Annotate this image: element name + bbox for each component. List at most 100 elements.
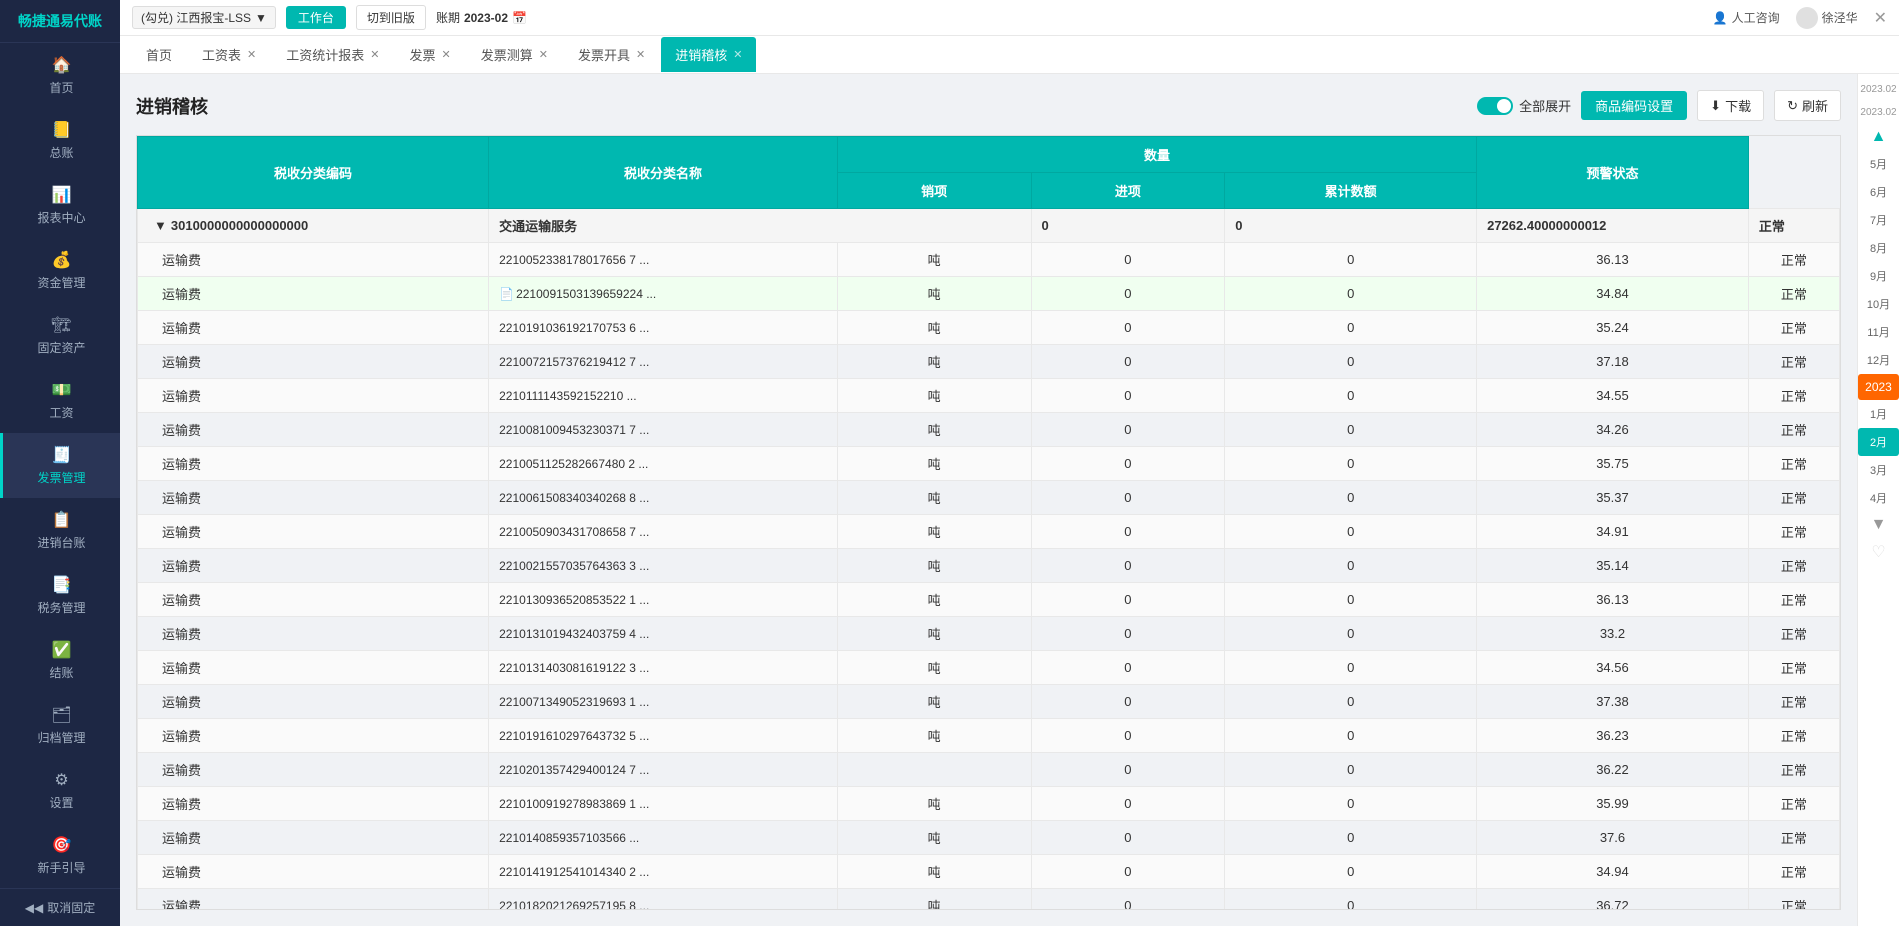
service-icon: 👤 xyxy=(1713,11,1728,25)
worktable-button[interactable]: 工作台 xyxy=(286,6,346,29)
download-button[interactable]: ⬇ 下载 xyxy=(1697,90,1764,121)
product-setting-button[interactable]: 商品编码设置 xyxy=(1581,91,1687,120)
invoice-icon: 🧾 xyxy=(52,445,72,465)
scroll-down-icon[interactable]: ▼ xyxy=(1867,512,1891,538)
sidebar-item-funds[interactable]: 💰 资金管理 xyxy=(0,238,120,303)
tab-close-invoice-issue[interactable]: ✕ xyxy=(636,48,645,61)
service-link[interactable]: 👤 人工咨询 xyxy=(1713,9,1780,26)
cell-sale: 0 xyxy=(1031,209,1225,243)
cell-code: 运输费 xyxy=(138,889,489,911)
cell-invoice-no: 2210071349052319693 1 ... xyxy=(489,685,838,719)
topbar: (勾兑) 江西报宝-LSS ▼ 工作台 切到旧版 账期 2023-02 📅 👤 … xyxy=(120,0,1899,36)
cell-status: 正常 xyxy=(1748,311,1839,345)
cell-tag: 吨 xyxy=(837,447,1031,481)
tab-invoice-issue[interactable]: 发票开具 ✕ xyxy=(564,37,659,72)
cell-sale: 0 xyxy=(1031,311,1225,345)
sidebar-item-guide[interactable]: 🎯 新手引导 xyxy=(0,823,120,888)
month-2[interactable]: 2月 xyxy=(1858,428,1899,456)
month-11[interactable]: 11月 xyxy=(1858,318,1899,346)
month-4[interactable]: 4月 xyxy=(1858,484,1899,512)
cell-code: ▼3010000000000000000 xyxy=(138,209,489,243)
scroll-up-icon[interactable]: ▲ xyxy=(1867,124,1891,150)
cell-tag: 吨 xyxy=(837,277,1031,311)
cell-invoice-no: 2210100919278983869 1 ... xyxy=(489,787,838,821)
cell-purchase: 0 xyxy=(1225,685,1477,719)
table-row: 运输费 2210130936520853522 1 ... 吨 0 0 36.1… xyxy=(138,583,1840,617)
month-10[interactable]: 10月 xyxy=(1858,290,1899,318)
month-9[interactable]: 9月 xyxy=(1858,262,1899,290)
cell-invoice-no: 2210021557035764363 3 ... xyxy=(489,549,838,583)
month-6[interactable]: 6月 xyxy=(1858,178,1899,206)
user-info[interactable]: 徐泾华 xyxy=(1796,7,1858,29)
sidebar-item-reports[interactable]: 📊 报表中心 xyxy=(0,173,120,238)
cell-sale: 0 xyxy=(1031,447,1225,481)
expand-icon[interactable]: ▼ xyxy=(154,218,167,233)
cell-tag: 吨 xyxy=(837,379,1031,413)
cell-tag: 吨 xyxy=(837,617,1031,651)
sidebar-item-close-account[interactable]: ✅ 结账 xyxy=(0,628,120,693)
expand-toggle[interactable] xyxy=(1477,97,1513,115)
month-8[interactable]: 8月 xyxy=(1858,234,1899,262)
tab-close-purchase-check[interactable]: ✕ xyxy=(733,48,742,61)
th-quantity-group: 数量 xyxy=(837,137,1476,173)
tab-salary-report[interactable]: 工资统计报表 ✕ xyxy=(272,37,393,72)
cell-cumulative: 36.13 xyxy=(1477,583,1749,617)
cell-sale: 0 xyxy=(1031,413,1225,447)
sidebar-item-salary[interactable]: 💵 工资 xyxy=(0,368,120,433)
table-row: 运输费 2210140859357103566 ... 吨 0 0 37.6 正… xyxy=(138,821,1840,855)
sidebar-item-settings[interactable]: ⚙ 设置 xyxy=(0,758,120,823)
calendar-icon[interactable]: 📅 xyxy=(512,11,527,25)
cell-purchase: 0 xyxy=(1225,413,1477,447)
tab-close-salary-report[interactable]: ✕ xyxy=(370,48,379,61)
tax-icon: 📑 xyxy=(52,575,72,595)
cell-tag: 吨 xyxy=(837,413,1031,447)
tab-close-salary-sheet[interactable]: ✕ xyxy=(247,48,256,61)
cell-sale: 0 xyxy=(1031,821,1225,855)
cell-cumulative: 36.72 xyxy=(1477,889,1749,911)
cell-invoice-no: 2210072157376219412 7 ... xyxy=(489,345,838,379)
table-row: ▼3010000000000000000 交通运输服务 0 0 27262.40… xyxy=(138,209,1840,243)
cell-tag: 吨 xyxy=(837,787,1031,821)
cell-code: 运输费 xyxy=(138,685,489,719)
sidebar-item-archive[interactable]: 🗂 归档管理 xyxy=(0,693,120,758)
cell-status: 正常 xyxy=(1748,277,1839,311)
month-7[interactable]: 7月 xyxy=(1858,206,1899,234)
sidebar-item-invoice-mgmt[interactable]: 🧾 发票管理 xyxy=(0,433,120,498)
sidebar-item-purchase-ledger[interactable]: 📋 进销台账 xyxy=(0,498,120,563)
refresh-icon: ↻ xyxy=(1787,98,1798,114)
sidebar-item-assets[interactable]: 🏗 固定资产 xyxy=(0,303,120,368)
cell-cumulative: 34.94 xyxy=(1477,855,1749,889)
refresh-button[interactable]: ↻ 刷新 xyxy=(1774,90,1841,121)
cell-purchase: 0 xyxy=(1225,515,1477,549)
sidebar-item-general-ledger[interactable]: 📒 总账 xyxy=(0,108,120,173)
sidebar-item-tax[interactable]: 📑 税务管理 xyxy=(0,563,120,628)
cell-tag: 吨 xyxy=(837,583,1031,617)
tab-close-invoice-calc[interactable]: ✕ xyxy=(539,48,548,61)
cell-cumulative: 36.13 xyxy=(1477,243,1749,277)
tab-invoice[interactable]: 发票 ✕ xyxy=(395,37,464,72)
month-1[interactable]: 1月 xyxy=(1858,400,1899,428)
tab-home[interactable]: 首页 xyxy=(132,37,186,72)
cell-status: 正常 xyxy=(1748,413,1839,447)
sidebar-unpin[interactable]: ◀◀ 取消固定 xyxy=(0,888,120,926)
tab-salary-sheet[interactable]: 工资表 ✕ xyxy=(188,37,270,72)
cell-invoice-no: 2210140859357103566 ... xyxy=(489,821,838,855)
sidebar-item-home[interactable]: 🏠 首页 xyxy=(0,43,120,108)
company-select[interactable]: (勾兑) 江西报宝-LSS ▼ xyxy=(132,6,276,29)
cell-cumulative: 35.37 xyxy=(1477,481,1749,515)
home-icon: 🏠 xyxy=(52,55,72,75)
tab-purchase-check[interactable]: 进销稽核 ✕ xyxy=(661,37,756,72)
cell-invoice-no: 2210130936520853522 1 ... xyxy=(489,583,838,617)
month-3[interactable]: 3月 xyxy=(1858,456,1899,484)
switch-button[interactable]: 切到旧版 xyxy=(356,5,426,30)
close-icon[interactable]: ✕ xyxy=(1874,8,1887,28)
cell-purchase: 0 xyxy=(1225,447,1477,481)
cell-code: 运输费 xyxy=(138,515,489,549)
tab-close-invoice[interactable]: ✕ xyxy=(442,48,451,61)
tab-invoice-calc[interactable]: 发票测算 ✕ xyxy=(467,37,562,72)
table-row: 运输费 2210201357429400124 7 ... 0 0 36.22 … xyxy=(138,753,1840,787)
month-12[interactable]: 12月 xyxy=(1858,346,1899,374)
month-5[interactable]: 5月 xyxy=(1858,150,1899,178)
purchase-ledger-icon: 📋 xyxy=(52,510,72,530)
table-row: 运输费 2210052338178017656 7 ... 吨 0 0 36.1… xyxy=(138,243,1840,277)
